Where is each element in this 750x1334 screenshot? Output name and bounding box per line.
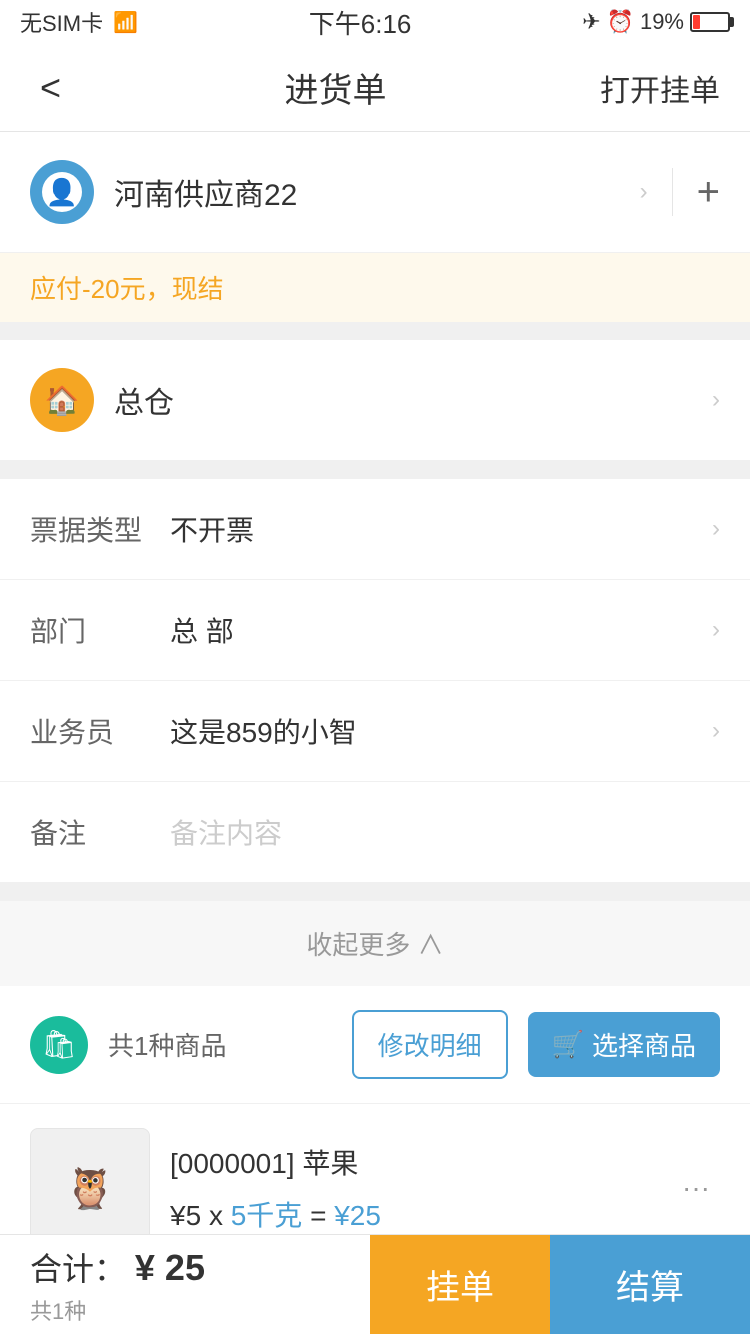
price-multiply: x bbox=[209, 1200, 231, 1231]
dept-row[interactable]: 部门 总 部 › bbox=[0, 580, 750, 681]
page-title: 进货单 bbox=[285, 63, 387, 112]
checkout-button[interactable]: 结算 bbox=[550, 1235, 750, 1334]
wifi-icon: 📶 bbox=[113, 10, 138, 35]
warehouse-icon: 🏠 bbox=[45, 384, 80, 417]
invoice-row[interactable]: 票据类型 不开票 › bbox=[0, 479, 750, 580]
product-section: 🛍 共1种商品 修改明细 🛒 选择商品 🦉 [0000001] 苹果 ¥5 x bbox=[0, 986, 750, 1272]
product-more-button[interactable]: ··· bbox=[672, 1162, 720, 1214]
back-button[interactable]: < bbox=[30, 57, 71, 119]
status-bar: 无SIM卡 📶 下午6:16 ✈ ⏰ 19% bbox=[0, 0, 750, 44]
chevron-right-icon: › bbox=[712, 616, 720, 644]
supplier-notice: 应付-20元，现结 bbox=[0, 253, 750, 322]
product-header: 🛍 共1种商品 修改明细 🛒 选择商品 bbox=[0, 986, 750, 1103]
total-value: ¥ 25 bbox=[135, 1247, 205, 1288]
total-section: 合计： ¥ 25 共1种 bbox=[0, 1244, 370, 1326]
price-equals: = bbox=[310, 1200, 334, 1231]
person-icon: 👤 bbox=[46, 177, 78, 208]
supplier-section: 👤 河南供应商22 › + 应付-20元，现结 bbox=[0, 132, 750, 322]
remark-row[interactable]: 备注 备注内容 bbox=[0, 782, 750, 883]
chevron-right-icon: › bbox=[640, 178, 648, 206]
bottom-bar: 合计： ¥ 25 共1种 挂单 结算 bbox=[0, 1234, 750, 1334]
supplier-avatar: 👤 bbox=[30, 160, 94, 224]
open-hang-button[interactable]: 打开挂单 bbox=[600, 66, 720, 110]
price-total: ¥25 bbox=[334, 1200, 381, 1231]
product-icon-wrap: 🛍 bbox=[30, 1016, 88, 1074]
remark-label: 备注 bbox=[30, 812, 170, 852]
add-supplier-button[interactable]: + bbox=[697, 170, 720, 215]
product-info: [0000001] 苹果 ¥5 x 5千克 = ¥25 bbox=[170, 1142, 672, 1234]
alarm-icon: ⏰ bbox=[607, 9, 634, 35]
battery-percent: 19% bbox=[640, 9, 684, 35]
total-count: 共1种 bbox=[30, 1294, 340, 1326]
supplier-name: 河南供应商22 bbox=[114, 170, 640, 214]
collapse-toggle[interactable]: 收起更多 ∧ bbox=[0, 901, 750, 986]
product-count: 共1种商品 bbox=[108, 1026, 332, 1063]
supplier-row[interactable]: 👤 河南供应商22 › + bbox=[0, 132, 750, 253]
select-product-button[interactable]: 🛒 选择商品 bbox=[528, 1012, 720, 1077]
invoice-label: 票据类型 bbox=[30, 509, 170, 549]
carrier-text: 无SIM卡 bbox=[20, 6, 103, 38]
salesman-value: 这是859的小智 bbox=[170, 711, 712, 751]
status-left: 无SIM卡 📶 bbox=[20, 6, 138, 38]
product-name: [0000001] 苹果 bbox=[170, 1142, 672, 1182]
location-icon: ✈ bbox=[582, 9, 600, 35]
total-label: 合计： bbox=[30, 1251, 126, 1287]
salesman-label: 业务员 bbox=[30, 711, 170, 751]
shopping-bag-icon: 🛍 bbox=[41, 1028, 77, 1061]
price-qty: 5千克 bbox=[231, 1200, 303, 1231]
owl-icon: 🦉 bbox=[65, 1165, 115, 1212]
warehouse-row[interactable]: 🏠 总仓 › bbox=[0, 340, 750, 461]
form-section: 票据类型 不开票 › 部门 总 部 › 业务员 这是859的小智 › 备注 备注… bbox=[0, 479, 750, 883]
product-title: 苹果 bbox=[302, 1148, 358, 1179]
warehouse-section: 🏠 总仓 › bbox=[0, 340, 750, 461]
total-amount: 合计： ¥ 25 bbox=[30, 1244, 340, 1290]
salesman-row[interactable]: 业务员 这是859的小智 › bbox=[0, 681, 750, 782]
edit-detail-button[interactable]: 修改明细 bbox=[352, 1010, 508, 1079]
warehouse-name: 总仓 bbox=[114, 378, 712, 422]
invoice-value: 不开票 bbox=[170, 509, 712, 549]
dept-label: 部门 bbox=[30, 610, 170, 650]
dept-value: 总 部 bbox=[170, 610, 712, 650]
collapse-label: 收起更多 ∧ bbox=[306, 925, 443, 962]
warehouse-icon-wrap: 🏠 bbox=[30, 368, 94, 432]
vertical-divider bbox=[672, 168, 673, 216]
select-product-label: 选择商品 bbox=[592, 1026, 696, 1063]
remark-value[interactable]: 备注内容 bbox=[170, 812, 720, 852]
product-price: ¥5 x 5千克 = ¥25 bbox=[170, 1194, 672, 1234]
main-content: 👤 河南供应商22 › + 应付-20元，现结 🏠 总仓 › 票据类型 不开票 … bbox=[0, 132, 750, 1272]
status-time: 下午6:16 bbox=[309, 4, 412, 41]
chevron-right-icon: › bbox=[712, 717, 720, 745]
chevron-right-icon: › bbox=[712, 515, 720, 543]
hang-button[interactable]: 挂单 bbox=[370, 1235, 550, 1334]
status-right: ✈ ⏰ 19% bbox=[582, 9, 730, 35]
nav-bar: < 进货单 打开挂单 bbox=[0, 44, 750, 132]
chevron-right-icon: › bbox=[712, 386, 720, 414]
cart-icon: 🛒 bbox=[552, 1029, 584, 1060]
battery-icon bbox=[690, 12, 730, 32]
price-base: ¥5 bbox=[170, 1200, 201, 1231]
product-thumbnail: 🦉 bbox=[30, 1128, 150, 1248]
product-code: [0000001] bbox=[170, 1148, 295, 1179]
